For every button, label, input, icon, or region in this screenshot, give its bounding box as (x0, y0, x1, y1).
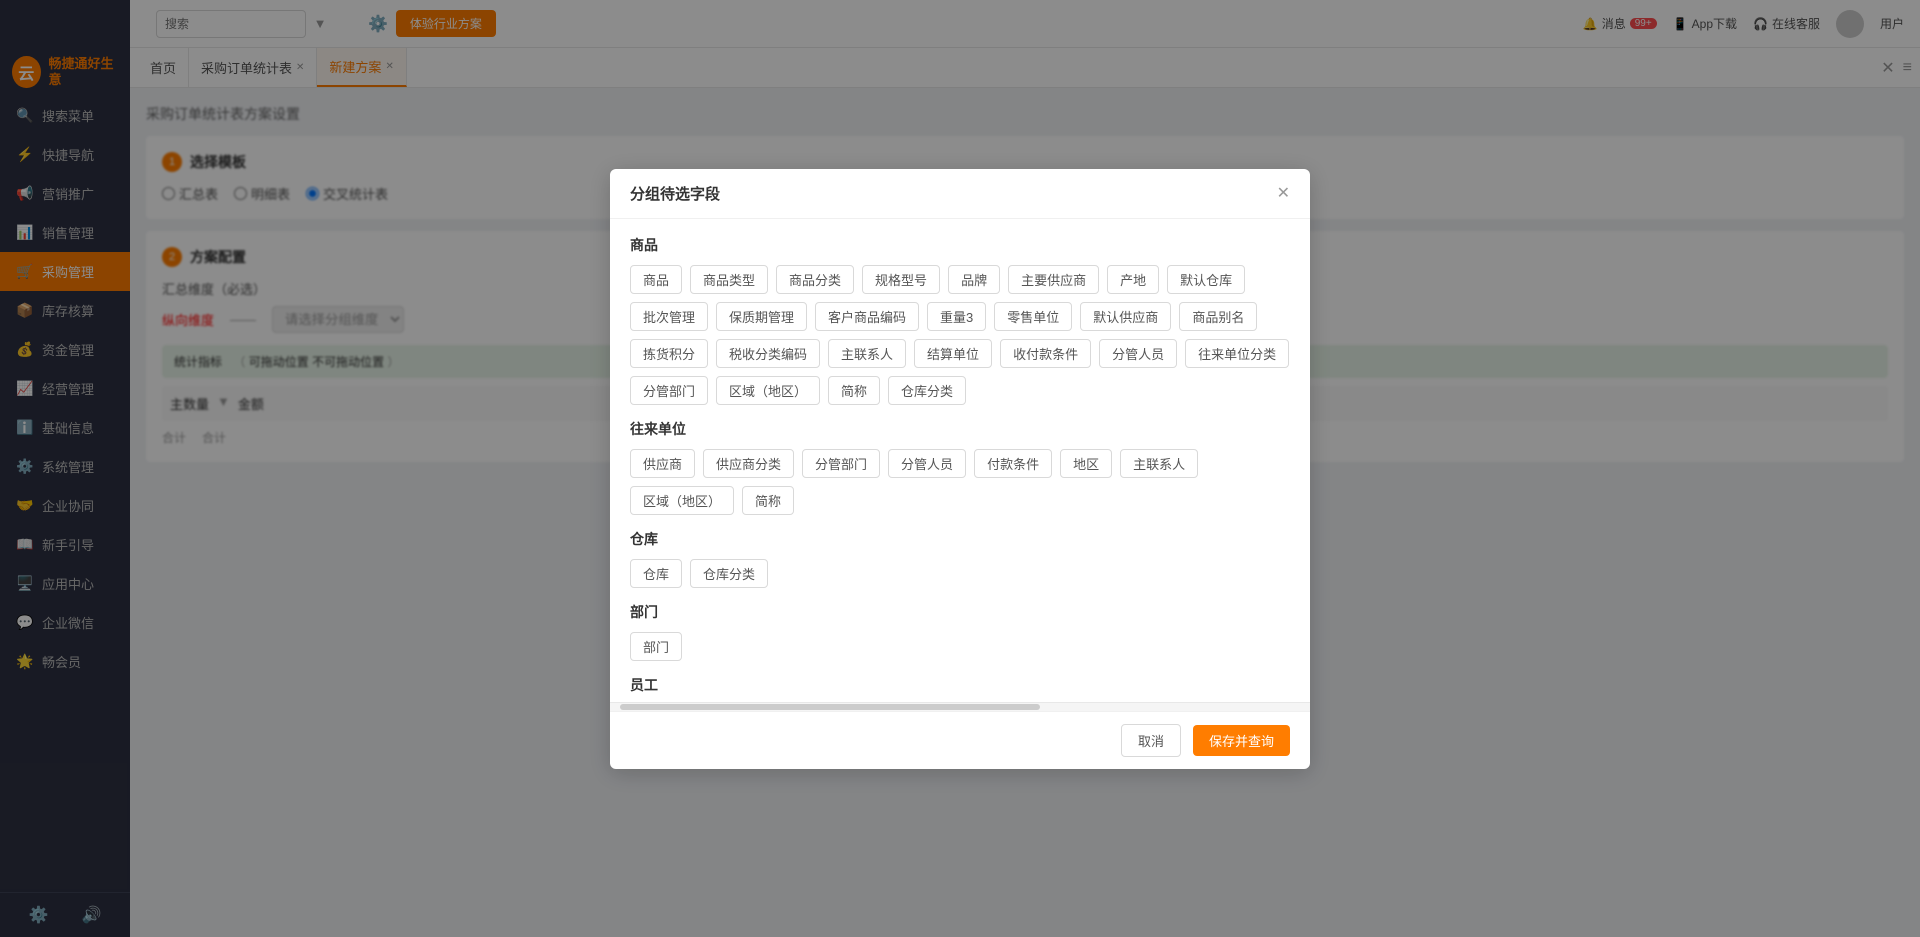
modal-horizontal-scrollbar[interactable] (610, 702, 1310, 710)
tag-product-2[interactable]: 商品分类 (776, 265, 854, 294)
tag-product-4[interactable]: 品牌 (948, 265, 1000, 294)
warehouse-tags: 仓库 仓库分类 (630, 559, 1290, 588)
tag-product-15[interactable]: 拣货积分 (630, 339, 708, 368)
tag-product-11[interactable]: 重量3 (927, 302, 986, 331)
product-tags: 商品 商品类型 商品分类 规格型号 品牌 主要供应商 产地 默认仓库 批次管理 … (630, 265, 1290, 405)
tag-partner-5[interactable]: 地区 (1060, 449, 1112, 478)
partner-tags: 供应商 供应商分类 分管部门 分管人员 付款条件 地区 主联系人 区域（地区） … (630, 449, 1290, 515)
modal-overlay: 分组待选字段 ✕ 商品 商品 商品类型 商品分类 规格型号 品牌 主要供应商 产… (0, 0, 1920, 937)
tag-product-20[interactable]: 分管人员 (1099, 339, 1177, 368)
section-title-warehouse: 仓库 (630, 529, 1290, 549)
hscroll-thumb[interactable] (620, 704, 1040, 710)
tag-partner-2[interactable]: 分管部门 (802, 449, 880, 478)
tag-product-5[interactable]: 主要供应商 (1008, 265, 1099, 294)
tag-partner-6[interactable]: 主联系人 (1120, 449, 1198, 478)
tag-product-22[interactable]: 分管部门 (630, 376, 708, 405)
tag-product-10[interactable]: 客户商品编码 (815, 302, 919, 331)
modal-body[interactable]: 商品 商品 商品类型 商品分类 规格型号 品牌 主要供应商 产地 默认仓库 批次… (610, 219, 1310, 703)
section-title-partner: 往来单位 (630, 419, 1290, 439)
tag-warehouse-0[interactable]: 仓库 (630, 559, 682, 588)
tag-product-6[interactable]: 产地 (1107, 265, 1159, 294)
tag-product-21[interactable]: 往来单位分类 (1185, 339, 1289, 368)
modal-close-icon[interactable]: ✕ (1277, 183, 1290, 203)
cancel-button[interactable]: 取消 (1121, 724, 1181, 757)
tag-dept-0[interactable]: 部门 (630, 632, 682, 661)
tag-product-3[interactable]: 规格型号 (862, 265, 940, 294)
modal-title: 分组待选字段 (630, 183, 720, 204)
tag-product-14[interactable]: 商品别名 (1179, 302, 1257, 331)
modal: 分组待选字段 ✕ 商品 商品 商品类型 商品分类 规格型号 品牌 主要供应商 产… (610, 169, 1310, 769)
confirm-button[interactable]: 保存并查询 (1193, 725, 1290, 756)
tag-partner-0[interactable]: 供应商 (630, 449, 695, 478)
section-title-product: 商品 (630, 235, 1290, 255)
tag-product-0[interactable]: 商品 (630, 265, 682, 294)
tag-product-12[interactable]: 零售单位 (994, 302, 1072, 331)
tag-product-13[interactable]: 默认供应商 (1080, 302, 1171, 331)
tag-product-16[interactable]: 税收分类编码 (716, 339, 820, 368)
modal-header: 分组待选字段 ✕ (610, 169, 1310, 219)
tag-product-8[interactable]: 批次管理 (630, 302, 708, 331)
tag-partner-3[interactable]: 分管人员 (888, 449, 966, 478)
section-title-staff: 员工 (630, 675, 1290, 695)
tag-product-25[interactable]: 仓库分类 (888, 376, 966, 405)
tag-warehouse-1[interactable]: 仓库分类 (690, 559, 768, 588)
tag-product-19[interactable]: 收付款条件 (1000, 339, 1091, 368)
tag-product-1[interactable]: 商品类型 (690, 265, 768, 294)
tag-product-9[interactable]: 保质期管理 (716, 302, 807, 331)
tag-partner-1[interactable]: 供应商分类 (703, 449, 794, 478)
tag-partner-4[interactable]: 付款条件 (974, 449, 1052, 478)
dept-tags: 部门 (630, 632, 1290, 661)
tag-product-17[interactable]: 主联系人 (828, 339, 906, 368)
tag-partner-7[interactable]: 区域（地区） (630, 486, 734, 515)
tag-partner-8[interactable]: 简称 (742, 486, 794, 515)
tag-product-7[interactable]: 默认仓库 (1167, 265, 1245, 294)
tag-product-18[interactable]: 结算单位 (914, 339, 992, 368)
tag-product-23[interactable]: 区域（地区） (716, 376, 820, 405)
modal-footer: 取消 保存并查询 (610, 711, 1310, 769)
section-title-dept: 部门 (630, 602, 1290, 622)
tag-product-24[interactable]: 简称 (828, 376, 880, 405)
